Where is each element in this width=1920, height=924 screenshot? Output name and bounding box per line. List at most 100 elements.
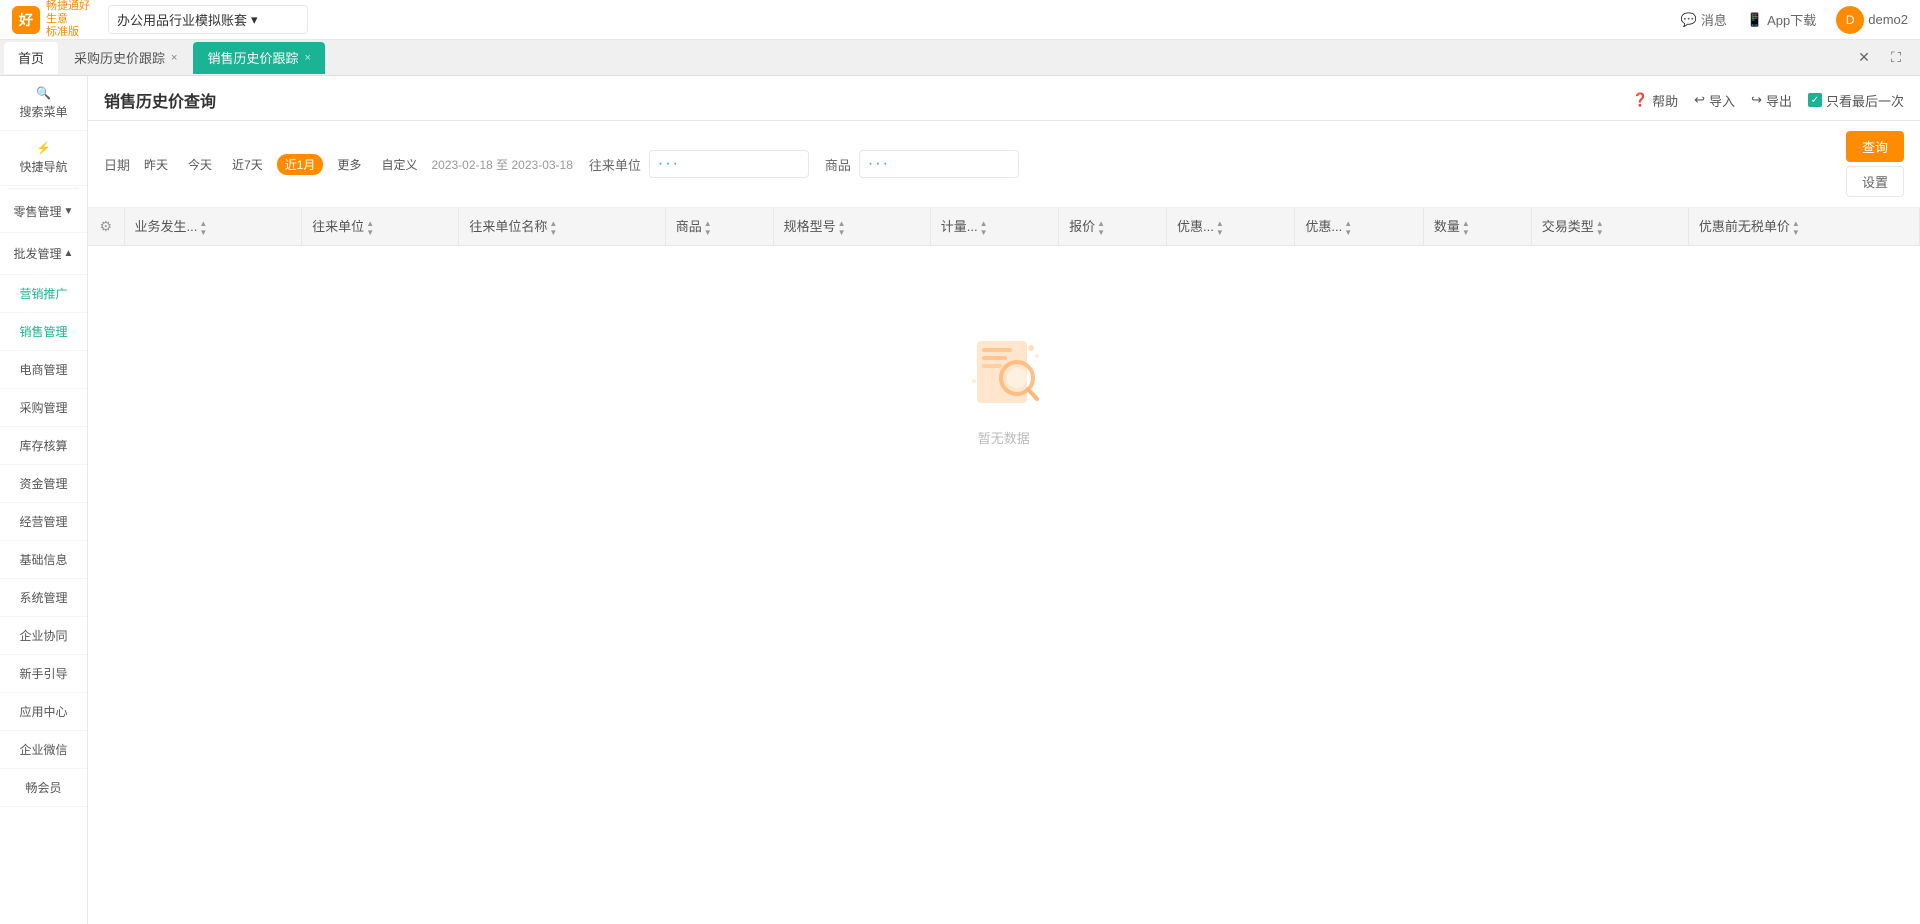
help-button[interactable]: ❓ 帮助 bbox=[1632, 91, 1678, 110]
sidebar-item-quick-nav[interactable]: ⚡ 快捷导航 bbox=[0, 131, 87, 186]
message-icon: 💬 bbox=[1681, 12, 1697, 28]
sidebar-item-retail[interactable]: 零售管理 ▼ bbox=[0, 191, 87, 233]
column-settings-icon[interactable]: ⚙ bbox=[99, 218, 112, 234]
only-latest-checkbox[interactable]: ✓ 只看最后一次 bbox=[1808, 91, 1904, 110]
sidebar-item-enterprise[interactable]: 企业协同 bbox=[0, 617, 87, 655]
th-biz-date[interactable]: 业务发生...▲▼ bbox=[124, 208, 302, 245]
settings-button[interactable]: 设置 bbox=[1846, 166, 1904, 197]
th-partner-code[interactable]: 往来单位▲▼ bbox=[302, 208, 459, 245]
date-btn-more[interactable]: 更多 bbox=[331, 154, 367, 175]
sidebar-item-finance[interactable]: 资金管理 bbox=[0, 465, 87, 503]
date-btn-custom[interactable]: 自定义 bbox=[375, 154, 423, 175]
empty-state-row: 暂无数据 bbox=[88, 245, 1920, 527]
sort-icon-partner-code: ▲▼ bbox=[366, 219, 374, 237]
user-menu[interactable]: D demo2 bbox=[1836, 6, 1908, 34]
sort-icon-trade-type: ▲▼ bbox=[1596, 219, 1604, 237]
sidebar-item-sales-mgmt[interactable]: 销售管理 bbox=[0, 313, 87, 351]
close-window-button[interactable]: ✕ bbox=[1852, 46, 1876, 70]
th-trade-type[interactable]: 交易类型▲▼ bbox=[1531, 208, 1688, 245]
sidebar-item-wholesale[interactable]: 批发管理 ▲ bbox=[0, 233, 87, 275]
tab-bar: 首页 采购历史价跟踪 × 销售历史价跟踪 × ✕ ⛶ bbox=[0, 40, 1920, 76]
th-discount1[interactable]: 优惠...▲▼ bbox=[1167, 208, 1295, 245]
tab-purchase-label: 采购历史价跟踪 bbox=[74, 48, 165, 67]
header-right: 💬 消息 📱 App下载 D demo2 bbox=[1681, 6, 1908, 34]
th-price[interactable]: 报价▲▼ bbox=[1059, 208, 1167, 245]
sidebar-item-purchase-mgmt[interactable]: 采购管理 bbox=[0, 389, 87, 427]
sidebar-item-search[interactable]: 🔍 搜索菜单 bbox=[0, 76, 87, 131]
partner-input[interactable]: ··· bbox=[649, 150, 809, 178]
page-actions: ❓ 帮助 ↩ 导入 ↪ 导出 ✓ 只看最后一次 bbox=[1632, 91, 1904, 110]
import-button[interactable]: ↩ 导入 bbox=[1694, 91, 1735, 110]
th-qty[interactable]: 数量▲▼ bbox=[1423, 208, 1531, 245]
th-unit[interactable]: 计量...▲▼ bbox=[930, 208, 1058, 245]
tab-home[interactable]: 首页 bbox=[4, 42, 58, 74]
product-filter-label: 商品 bbox=[825, 155, 851, 174]
message-button[interactable]: 💬 消息 bbox=[1681, 10, 1727, 29]
app-download-button[interactable]: 📱 App下载 bbox=[1747, 10, 1816, 29]
table-header-row: ⚙ 业务发生...▲▼ 往来单位▲▼ 往来单位名称▲▼ 商品▲▼ bbox=[88, 208, 1920, 245]
sidebar-item-appstore[interactable]: 应用中心 bbox=[0, 693, 87, 731]
logo-icon: 好 bbox=[12, 6, 40, 34]
product-input[interactable]: ··· bbox=[859, 150, 1019, 178]
quick-nav-icon: ⚡ bbox=[36, 141, 51, 155]
logo-area: 好 畅捷通好生意 标准版 bbox=[12, 0, 100, 39]
tab-sales-close[interactable]: × bbox=[304, 52, 310, 64]
th-product[interactable]: 商品▲▼ bbox=[665, 208, 773, 245]
date-btn-yesterday[interactable]: 昨天 bbox=[138, 154, 174, 175]
import-icon: ↩ bbox=[1694, 92, 1705, 108]
action-buttons: 查询 设置 bbox=[1846, 131, 1904, 197]
th-settings[interactable]: ⚙ bbox=[88, 208, 124, 245]
tab-purchase[interactable]: 采购历史价跟踪 × bbox=[60, 42, 191, 74]
page-header: 销售历史价查询 ❓ 帮助 ↩ 导入 ↪ 导出 ✓ 只看最后一次 bbox=[88, 76, 1920, 121]
search-icon: 🔍 bbox=[36, 86, 51, 100]
sidebar-item-ops[interactable]: 经营管理 bbox=[0, 503, 87, 541]
query-button[interactable]: 查询 bbox=[1846, 131, 1904, 162]
sidebar-item-wechat[interactable]: 企业微信 bbox=[0, 731, 87, 769]
logo-text: 畅捷通好生意 标准版 bbox=[46, 0, 100, 39]
partner-filter-group: 往来单位 ··· bbox=[589, 150, 809, 178]
th-spec[interactable]: 规格型号▲▼ bbox=[773, 208, 930, 245]
sidebar: 🔍 搜索菜单 ⚡ 快捷导航 零售管理 ▼ 批发管理 ▲ 营销推广 销售管理 电商… bbox=[0, 76, 88, 924]
date-btn-1month[interactable]: 近1月 bbox=[277, 154, 324, 175]
th-discount2[interactable]: 优惠...▲▼ bbox=[1295, 208, 1423, 245]
date-btn-today[interactable]: 今天 bbox=[182, 154, 218, 175]
date-btn-7days[interactable]: 近7天 bbox=[226, 154, 269, 175]
avatar: D bbox=[1836, 6, 1864, 34]
page-title: 销售历史价查询 bbox=[104, 88, 216, 112]
sort-icon-product: ▲▼ bbox=[704, 219, 712, 237]
table-container: ⚙ 业务发生...▲▼ 往来单位▲▼ 往来单位名称▲▼ 商品▲▼ bbox=[88, 208, 1920, 924]
sort-icon-qty: ▲▼ bbox=[1462, 219, 1470, 237]
workspace-selector[interactable]: 办公用品行业模拟账套 ▾ bbox=[108, 5, 308, 34]
tab-sales[interactable]: 销售历史价跟踪 × bbox=[193, 42, 324, 74]
export-button[interactable]: ↪ 导出 bbox=[1751, 91, 1792, 110]
sort-icon-spec: ▲▼ bbox=[838, 219, 846, 237]
sidebar-item-system[interactable]: 系统管理 bbox=[0, 579, 87, 617]
sidebar-item-guide[interactable]: 新手引导 bbox=[0, 655, 87, 693]
sort-icon-discount1: ▲▼ bbox=[1216, 219, 1224, 237]
sort-icon-unit: ▲▼ bbox=[980, 219, 988, 237]
retail-arrow-icon: ▼ bbox=[64, 206, 74, 217]
app-icon: 📱 bbox=[1747, 12, 1763, 28]
sidebar-item-ecom[interactable]: 电商管理 bbox=[0, 351, 87, 389]
tab-purchase-close[interactable]: × bbox=[171, 52, 177, 64]
sort-icon-price: ▲▼ bbox=[1097, 219, 1105, 237]
sort-icon-biz-date: ▲▼ bbox=[199, 219, 207, 237]
empty-state: 暂无数据 bbox=[88, 246, 1920, 527]
table-body: 暂无数据 bbox=[88, 245, 1920, 527]
th-partner-name[interactable]: 往来单位名称▲▼ bbox=[459, 208, 665, 245]
empty-text: 暂无数据 bbox=[978, 428, 1030, 447]
partner-filter-label: 往来单位 bbox=[589, 155, 641, 174]
th-pre-tax[interactable]: 优惠前无税单价▲▼ bbox=[1688, 208, 1919, 245]
sort-icon-discount2: ▲▼ bbox=[1344, 219, 1352, 237]
sidebar-item-base[interactable]: 基础信息 bbox=[0, 541, 87, 579]
tab-sales-label: 销售历史价跟踪 bbox=[207, 48, 298, 67]
date-filter-group: 日期 昨天 今天 近7天 近1月 更多 自定义 2023-02-18 至 202… bbox=[104, 154, 573, 175]
top-header: 好 畅捷通好生意 标准版 办公用品行业模拟账套 ▾ 💬 消息 📱 App下载 D… bbox=[0, 0, 1920, 40]
expand-window-button[interactable]: ⛶ bbox=[1884, 46, 1908, 70]
product-filter-group: 商品 ··· bbox=[825, 150, 1019, 178]
sidebar-item-marketing[interactable]: 营销推广 bbox=[0, 275, 87, 313]
sidebar-item-inventory[interactable]: 库存核算 bbox=[0, 427, 87, 465]
sidebar-item-member[interactable]: 畅会员 bbox=[0, 769, 87, 807]
workspace-dropdown-icon: ▾ bbox=[251, 12, 258, 28]
workspace-label: 办公用品行业模拟账套 bbox=[117, 10, 247, 29]
